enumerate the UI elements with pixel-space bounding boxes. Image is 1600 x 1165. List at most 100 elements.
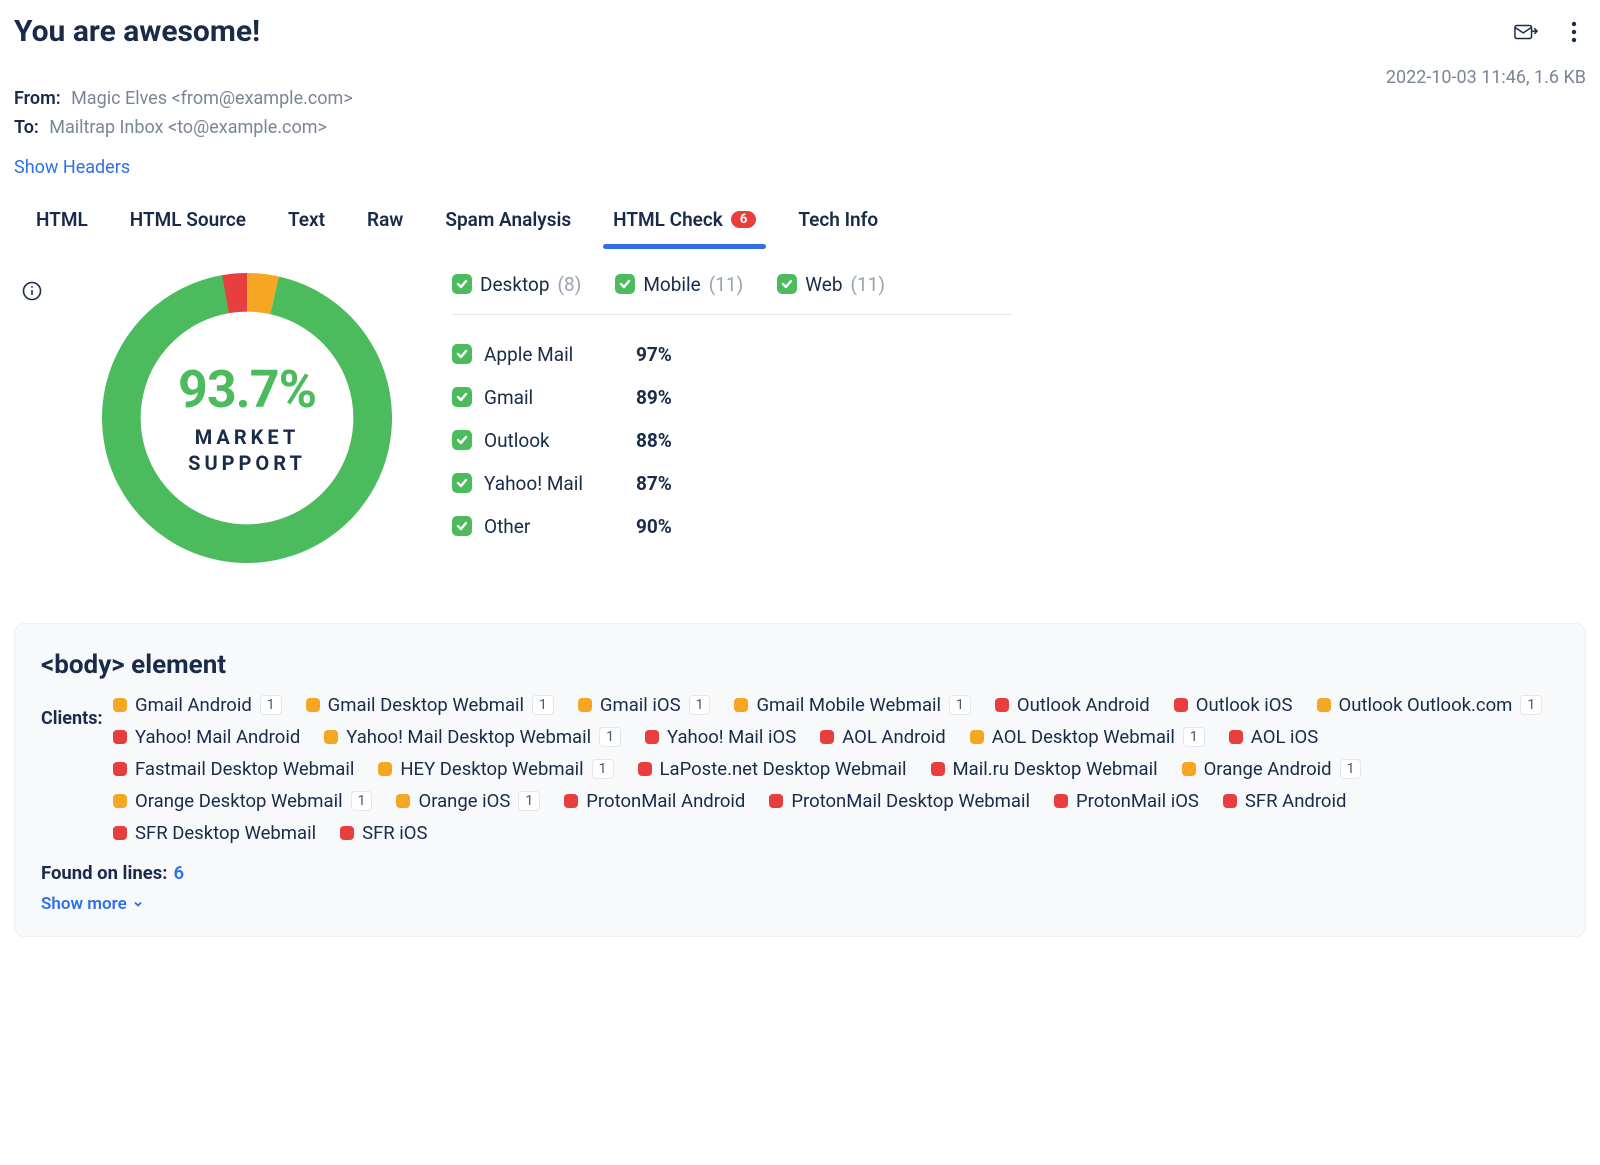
filter-label: Desktop — [480, 273, 550, 296]
client-row[interactable]: Outlook88% — [452, 419, 1012, 462]
status-dot-icon — [1054, 794, 1068, 808]
chip-label: ProtonMail Android — [586, 790, 745, 812]
client-name: Outlook — [484, 429, 624, 452]
show-more-link[interactable]: Show more — [41, 894, 143, 914]
page-title: You are awesome! — [14, 14, 260, 49]
tab-html-source[interactable]: HTML Source — [130, 200, 246, 247]
platform-filters: Desktop (8)Mobile (11)Web (11) — [452, 273, 1012, 315]
client-chip: AOL iOS — [1229, 726, 1318, 748]
to-line: To: Mailtrap Inbox <to@example.com> — [14, 114, 353, 143]
client-row[interactable]: Apple Mail97% — [452, 333, 1012, 376]
tab-text[interactable]: Text — [288, 200, 325, 247]
filter-web[interactable]: Web (11) — [777, 273, 885, 296]
client-chip: Orange Desktop Webmail 1 — [113, 790, 372, 812]
client-pct: 97% — [636, 343, 672, 366]
from-value: Magic Elves <from@example.com> — [71, 88, 353, 109]
tab-spam-analysis[interactable]: Spam Analysis — [445, 200, 571, 247]
client-chip: Outlook Outlook.com 1 — [1317, 694, 1543, 716]
filter-mobile[interactable]: Mobile (11) — [615, 273, 743, 296]
status-dot-icon — [564, 794, 578, 808]
status-dot-icon — [820, 730, 834, 744]
client-pct: 89% — [636, 386, 672, 409]
status-dot-icon — [378, 762, 392, 776]
found-on-lines: Found on lines:6 — [41, 862, 1559, 884]
checkbox-icon — [615, 274, 635, 294]
chip-count: 1 — [1183, 727, 1205, 747]
to-label: To: — [14, 117, 39, 138]
chip-label: Gmail iOS — [600, 694, 681, 716]
market-support-donut: 93.7% MARKETSUPPORT — [102, 273, 392, 563]
client-pct: 87% — [636, 472, 672, 495]
client-chip: Gmail Mobile Webmail1 — [734, 694, 970, 716]
status-dot-icon — [970, 730, 984, 744]
filter-count: (11) — [851, 273, 885, 296]
client-chip: Yahoo! Mail Android — [113, 726, 300, 748]
chip-label: AOL Desktop Webmail — [992, 726, 1175, 748]
chip-count: 1 — [592, 759, 614, 779]
client-chip: Orange iOS1 — [396, 790, 540, 812]
info-icon[interactable] — [22, 281, 42, 306]
status-dot-icon — [638, 762, 652, 776]
chip-label: AOL iOS — [1251, 726, 1318, 748]
chip-count: 1 — [599, 727, 621, 747]
chip-label: Outlook Outlook.com — [1339, 694, 1513, 716]
client-chip: Yahoo! Mail iOS — [645, 726, 796, 748]
tab-raw[interactable]: Raw — [367, 200, 403, 247]
tab-html-check[interactable]: HTML Check 6 — [613, 200, 756, 247]
status-dot-icon — [995, 698, 1009, 712]
chip-label: HEY Desktop Webmail — [400, 758, 583, 780]
client-chip: AOL Desktop Webmail 1 — [970, 726, 1205, 748]
chip-label: Orange Android — [1204, 758, 1332, 780]
client-name: Yahoo! Mail — [484, 472, 624, 495]
chip-label: Fastmail Desktop Webmail — [135, 758, 354, 780]
chip-label: ProtonMail Desktop Webmail — [791, 790, 1030, 812]
status-dot-icon — [1174, 698, 1188, 712]
status-dot-icon — [396, 794, 410, 808]
chip-count: 1 — [689, 695, 711, 715]
tab-html[interactable]: HTML — [36, 200, 88, 247]
client-chip: Orange Android1 — [1182, 758, 1362, 780]
status-dot-icon — [113, 826, 127, 840]
client-chip: Gmail iOS 1 — [578, 694, 711, 716]
checkbox-icon — [452, 387, 472, 407]
status-dot-icon — [324, 730, 338, 744]
donut-center-value: 93.7% — [178, 359, 316, 420]
chip-label: Outlook Android — [1017, 694, 1150, 716]
chip-label: Yahoo! Mail iOS — [667, 726, 796, 748]
chip-label: Orange Desktop Webmail — [135, 790, 343, 812]
checkbox-icon — [452, 344, 472, 364]
chip-count: 1 — [1520, 695, 1542, 715]
client-chip: Gmail Desktop Webmail1 — [306, 694, 554, 716]
checkbox-icon — [452, 473, 472, 493]
chip-count: 1 — [260, 695, 282, 715]
found-lines-value[interactable]: 6 — [173, 862, 184, 884]
client-row[interactable]: Other90% — [452, 505, 1012, 548]
status-dot-icon — [1317, 698, 1331, 712]
client-chip: SFR Android — [1223, 790, 1347, 812]
more-menu-icon[interactable] — [1562, 20, 1586, 44]
filter-desktop[interactable]: Desktop (8) — [452, 273, 581, 296]
chip-count: 1 — [949, 695, 971, 715]
forward-icon[interactable] — [1514, 20, 1538, 44]
status-dot-icon — [734, 698, 748, 712]
client-chip: Fastmail Desktop Webmail — [113, 758, 354, 780]
html-check-badge: 6 — [731, 211, 756, 228]
filter-label: Mobile — [643, 273, 700, 296]
donut-center-label: MARKETSUPPORT — [188, 424, 306, 476]
chip-label: Gmail Desktop Webmail — [328, 694, 524, 716]
show-headers-link[interactable]: Show Headers — [14, 157, 130, 178]
client-row[interactable]: Gmail89% — [452, 376, 1012, 419]
tabs: HTML HTML Source Text Raw Spam Analysis … — [14, 200, 1586, 247]
client-chip: SFR iOS — [340, 822, 427, 844]
chip-count: 1 — [351, 791, 373, 811]
client-name: Other — [484, 515, 624, 538]
status-dot-icon — [1223, 794, 1237, 808]
tab-tech-info[interactable]: Tech Info — [798, 200, 878, 247]
chip-label: LaPoste.net Desktop Webmail — [660, 758, 907, 780]
client-chip: Mail.ru Desktop Webmail — [931, 758, 1158, 780]
chip-label: AOL Android — [842, 726, 946, 748]
status-dot-icon — [645, 730, 659, 744]
status-dot-icon — [1182, 762, 1196, 776]
client-row[interactable]: Yahoo! Mail 87% — [452, 462, 1012, 505]
chip-label: Yahoo! Mail Desktop Webmail — [346, 726, 591, 748]
